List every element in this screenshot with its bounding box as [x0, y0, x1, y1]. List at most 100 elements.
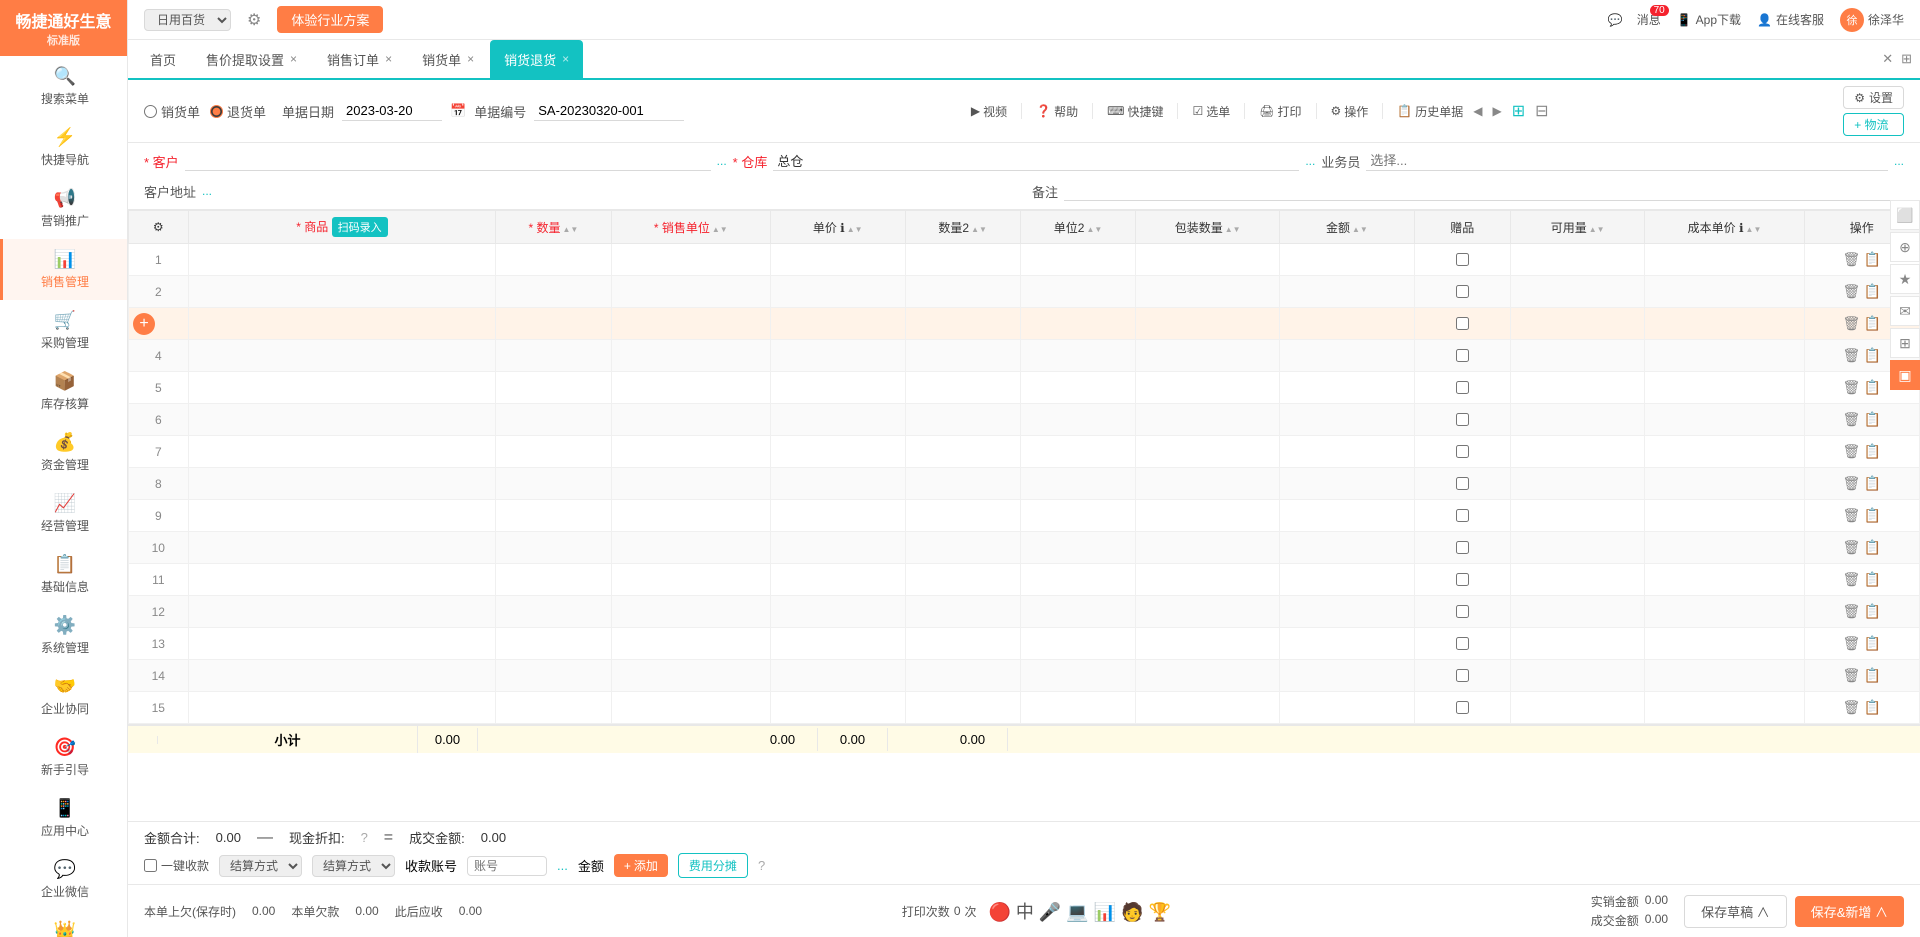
row-avail-15[interactable] [1510, 692, 1645, 724]
video-action[interactable]: ▶ 视频 [971, 103, 1007, 120]
row-amount-4[interactable] [1280, 340, 1415, 372]
gift-checkbox-13[interactable] [1456, 637, 1469, 650]
gift-checkbox-11[interactable] [1456, 573, 1469, 586]
row-cost-4[interactable] [1645, 340, 1804, 372]
row-cost-2[interactable] [1645, 276, 1804, 308]
sidebar-item-operation[interactable]: 📈 经营管理 [0, 483, 127, 544]
copy-icon-10[interactable]: 📋 [1864, 539, 1881, 555]
row-qty-5[interactable] [496, 372, 611, 404]
row-qty-13[interactable] [496, 628, 611, 660]
gift-checkbox-12[interactable] [1456, 605, 1469, 618]
row-qty2-15[interactable] [905, 692, 1020, 724]
sidebar-item-finance[interactable]: 💰 资金管理 [0, 422, 127, 483]
sidebar-item-apps[interactable]: 📱 应用中心 [0, 788, 127, 849]
calendar-icon[interactable]: 📅 [450, 103, 466, 119]
tab-sale-goods[interactable]: 销货单 × [408, 40, 488, 80]
message-button[interactable]: 💬 70 消息 [1608, 11, 1661, 28]
row-action-10[interactable]: 🗑 📋 [1804, 532, 1919, 564]
shortcut-action[interactable]: ⌨ 快捷键 [1107, 103, 1163, 120]
copy-icon-2[interactable]: 📋 [1864, 283, 1881, 299]
row-amount-3[interactable] [1280, 308, 1415, 340]
copy-icon-13[interactable]: 📋 [1864, 635, 1881, 651]
row-price-2[interactable] [770, 276, 905, 308]
row-qty2-12[interactable] [905, 596, 1020, 628]
row-price-6[interactable] [770, 404, 905, 436]
rp-icon-5[interactable]: ⊞ [1890, 328, 1920, 358]
industry-dropdown[interactable]: 日用百货 [144, 9, 231, 31]
rp-icon-1[interactable]: ⬜ [1890, 200, 1920, 230]
row-qty2-8[interactable] [905, 468, 1020, 500]
row-cost-8[interactable] [1645, 468, 1804, 500]
doc-no-input[interactable] [534, 101, 684, 121]
row-action-13[interactable]: 🗑 📋 [1804, 628, 1919, 660]
gift-checkbox-5[interactable] [1456, 381, 1469, 394]
delete-icon-2[interactable]: 🗑 [1842, 283, 1860, 299]
row-price-8[interactable] [770, 468, 905, 500]
row-cost-12[interactable] [1645, 596, 1804, 628]
row-amount-1[interactable] [1280, 244, 1415, 276]
gift-checkbox-8[interactable] [1456, 477, 1469, 490]
gift-checkbox-6[interactable] [1456, 413, 1469, 426]
print-action[interactable]: 🖨 打印 [1259, 103, 1301, 120]
row-price-5[interactable] [770, 372, 905, 404]
row-qty-15[interactable] [496, 692, 611, 724]
row-amount-13[interactable] [1280, 628, 1415, 660]
row-price-9[interactable] [770, 500, 905, 532]
list-view-icon[interactable]: ⊞ [1512, 101, 1525, 121]
row-unit-8[interactable] [611, 468, 770, 500]
row-action-6[interactable]: 🗑 📋 [1804, 404, 1919, 436]
tab-close-icon[interactable]: ✕ [1882, 51, 1893, 67]
salesperson-more[interactable]: ... [1894, 154, 1904, 168]
row-avail-13[interactable] [1510, 628, 1645, 660]
gift-checkbox-15[interactable] [1456, 701, 1469, 714]
row-unit2-14[interactable] [1020, 660, 1135, 692]
sidebar-item-sales[interactable]: 📊 销售管理 [0, 239, 127, 300]
row-cost-9[interactable] [1645, 500, 1804, 532]
tab-sale-order[interactable]: 销售订单 × [313, 40, 406, 80]
radio-sale-goods-input[interactable] [144, 105, 157, 118]
row-gift-6[interactable] [1414, 404, 1510, 436]
tab-sale-goods-close[interactable]: × [467, 52, 474, 66]
row-gift-5[interactable] [1414, 372, 1510, 404]
row-gift-15[interactable] [1414, 692, 1510, 724]
row-amount-9[interactable] [1280, 500, 1415, 532]
row-goods-14[interactable] [188, 660, 496, 692]
user-menu[interactable]: 徐 徐泽华 [1840, 8, 1904, 32]
row-qty-10[interactable] [496, 532, 611, 564]
row-pkg-1[interactable] [1136, 244, 1280, 276]
select-action[interactable]: ☑ 选单 [1192, 103, 1230, 120]
row-price-1[interactable] [770, 244, 905, 276]
history-action[interactable]: 📋 历史单据 [1397, 103, 1463, 120]
row-pkg-10[interactable] [1136, 532, 1280, 564]
row-goods-13[interactable] [188, 628, 496, 660]
row-avail-10[interactable] [1510, 532, 1645, 564]
row-unit2-1[interactable] [1020, 244, 1135, 276]
row-gift-7[interactable] [1414, 436, 1510, 468]
row-pkg-14[interactable] [1136, 660, 1280, 692]
gift-checkbox-3[interactable] [1456, 317, 1469, 330]
row-amount-11[interactable] [1280, 564, 1415, 596]
row-avail-11[interactable] [1510, 564, 1645, 596]
row-qty-12[interactable] [496, 596, 611, 628]
row-cost-6[interactable] [1645, 404, 1804, 436]
amount-more[interactable]: ... [557, 858, 568, 873]
row-unit2-13[interactable] [1020, 628, 1135, 660]
row-amount-2[interactable] [1280, 276, 1415, 308]
delete-icon-13[interactable]: 🗑 [1842, 635, 1860, 651]
tab-sale-setting-close[interactable]: × [290, 52, 297, 66]
row-goods-1[interactable] [188, 244, 496, 276]
row-unit2-12[interactable] [1020, 596, 1135, 628]
row-pkg-15[interactable] [1136, 692, 1280, 724]
row-unit-10[interactable] [611, 532, 770, 564]
row-gift-12[interactable] [1414, 596, 1510, 628]
one-click-checkbox[interactable]: 一键收款 [144, 857, 209, 874]
copy-icon-4[interactable]: 📋 [1864, 347, 1881, 363]
account-input[interactable] [467, 856, 547, 876]
tab-home[interactable]: 首页 [136, 40, 190, 80]
delete-icon-1[interactable]: 🗑 [1842, 251, 1860, 267]
nav-prev-icon[interactable]: ◀ [1473, 104, 1482, 118]
copy-icon-3[interactable]: 📋 [1864, 315, 1881, 331]
row-unit-15[interactable] [611, 692, 770, 724]
sidebar-item-guide[interactable]: 🎯 新手引导 [0, 727, 127, 788]
row-cost-5[interactable] [1645, 372, 1804, 404]
